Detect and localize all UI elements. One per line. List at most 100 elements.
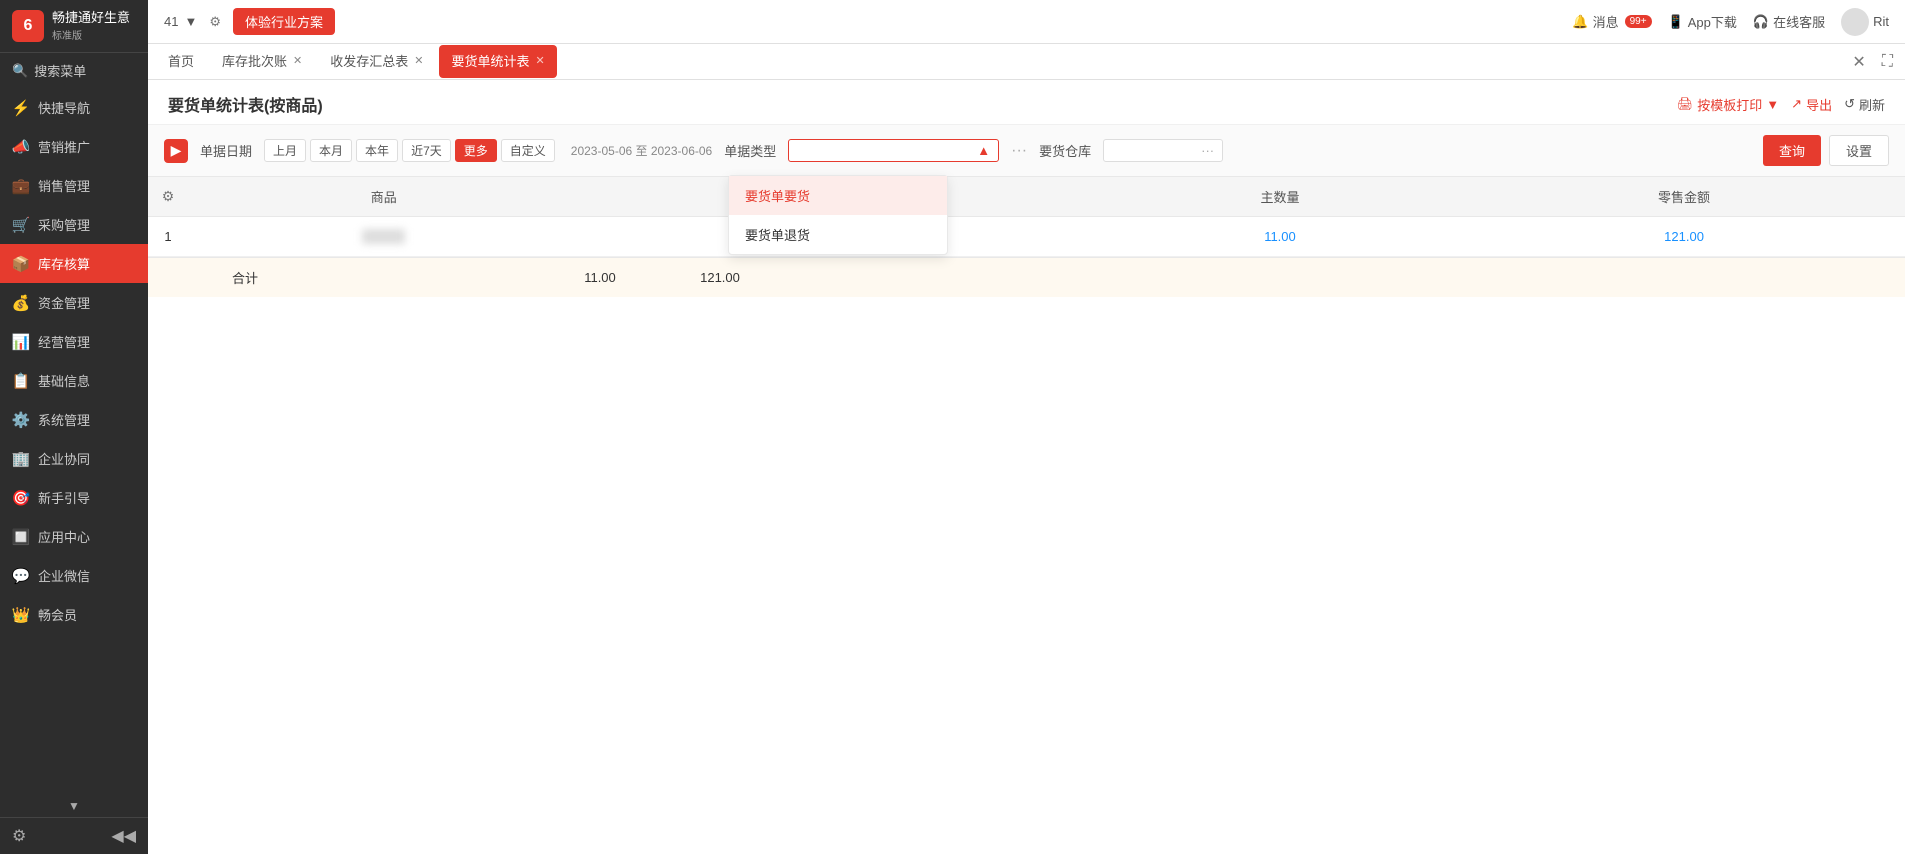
marketing-icon: 📣 xyxy=(12,138,30,156)
col-settings-header[interactable]: ⚙ xyxy=(148,177,188,217)
footer-qty: 11.00 xyxy=(540,270,660,285)
app-download-button[interactable]: 📱 App下载 xyxy=(1668,12,1737,31)
tab-receive-summary[interactable]: 收发存汇总表 ✕ xyxy=(318,45,435,78)
logo-icon: 6 xyxy=(12,10,44,42)
export-button[interactable]: ↗ 导出 xyxy=(1791,95,1832,114)
sidebar-item-sales[interactable]: 💼 销售管理 xyxy=(0,166,148,205)
tab-inventory-batch-close[interactable]: ✕ xyxy=(293,54,302,67)
close-all-tabs-button[interactable]: ✕ xyxy=(1848,48,1869,76)
type-dropdown-arrow[interactable]: ▲ xyxy=(977,143,990,158)
sidebar-item-system[interactable]: ⚙️ 系统管理 xyxy=(0,400,148,439)
collapse-icon[interactable]: ◀◀ xyxy=(111,826,136,846)
tab-home[interactable]: 首页 xyxy=(156,45,206,78)
finance-icon: 💰 xyxy=(12,294,30,312)
app-download-label: App下载 xyxy=(1688,12,1737,31)
app-logo: 6 畅捷通好生意 标准版 xyxy=(0,0,148,53)
sidebar-item-label: 系统管理 xyxy=(38,410,90,429)
date-current-year-btn[interactable]: 本年 xyxy=(356,139,398,162)
date-7days-btn[interactable]: 近7天 xyxy=(402,139,451,162)
expand-icon: ▶ xyxy=(171,142,182,159)
query-button[interactable]: 查询 xyxy=(1763,135,1821,166)
store-selector[interactable]: 41 ▼ xyxy=(164,14,197,29)
sidebar-scroll-down[interactable]: ▼ xyxy=(0,795,148,817)
row-amount-link[interactable]: 121.00 xyxy=(1664,229,1704,244)
basic-icon: 📋 xyxy=(12,372,30,390)
sidebar-item-newbie[interactable]: 🎯 新手引导 xyxy=(0,478,148,517)
tabs-right-actions: ✕ ⛶ xyxy=(1848,48,1897,76)
tab-inventory-batch[interactable]: 库存批次账 ✕ xyxy=(210,45,314,78)
bell-icon: 🔔 xyxy=(1572,14,1588,30)
notifications-button[interactable]: 🔔 消息 99+ xyxy=(1572,12,1651,31)
refresh-button[interactable]: ↺ 刷新 xyxy=(1844,95,1885,114)
refresh-icon: ↺ xyxy=(1844,96,1855,112)
sidebar-item-label: 快捷导航 xyxy=(38,98,90,117)
table-settings-icon[interactable]: ⚙ xyxy=(162,188,175,204)
print-icon: 🖨 xyxy=(1677,96,1694,112)
sidebar-item-inventory[interactable]: 📦 库存核算 xyxy=(0,244,148,283)
dropdown-item-order[interactable]: 要货单要货 xyxy=(729,176,947,215)
dropdown-return-label: 要货单退货 xyxy=(745,228,810,243)
sidebar-item-label: 企业微信 xyxy=(38,566,90,585)
sidebar-item-wechat[interactable]: 💬 企业微信 xyxy=(0,556,148,595)
sidebar-item-app-center[interactable]: 🔲 应用中心 xyxy=(0,517,148,556)
online-service-button[interactable]: 🎧 在线客服 xyxy=(1753,12,1825,31)
sidebar-item-basic[interactable]: 📋 基础信息 xyxy=(0,361,148,400)
dropdown-item-return[interactable]: 要货单退货 xyxy=(729,215,947,254)
sidebar-item-label: 经营管理 xyxy=(38,332,90,351)
topbar-right: 🔔 消息 99+ 📱 App下载 🎧 在线客服 Rit xyxy=(1572,8,1889,36)
export-icon: ↗ xyxy=(1791,96,1802,112)
tab-home-label: 首页 xyxy=(168,51,194,70)
date-range: 2023-05-06 至 2023-06-06 xyxy=(571,142,712,159)
sidebar-footer: ⚙ ◀◀ xyxy=(0,817,148,854)
sidebar-item-purchase[interactable]: 🛒 采购管理 xyxy=(0,205,148,244)
newbie-icon: 🎯 xyxy=(12,489,30,507)
sidebar-item-operation[interactable]: 📊 经营管理 xyxy=(0,322,148,361)
sidebar-item-marketing[interactable]: 📣 营销推广 xyxy=(0,127,148,166)
footer-amount: 121.00 xyxy=(660,270,780,285)
settings-icon[interactable]: ⚙ xyxy=(12,826,26,846)
user-profile[interactable]: Rit xyxy=(1841,8,1889,36)
gear-icon[interactable]: ⚙ xyxy=(209,14,221,30)
search-menu[interactable]: 🔍 搜索菜单 xyxy=(0,53,148,88)
sidebar-item-finance[interactable]: 💰 资金管理 xyxy=(0,283,148,322)
notifications-label: 消息 xyxy=(1593,12,1619,31)
sidebar-item-label: 畅会员 xyxy=(38,605,77,624)
date-more-btn[interactable]: 更多 xyxy=(455,139,497,162)
sidebar-item-label: 企业协同 xyxy=(38,449,90,468)
warehouse-label: 要货仓库 xyxy=(1039,141,1091,160)
row-qty-link[interactable]: 11.00 xyxy=(1264,229,1296,244)
type-input[interactable] xyxy=(797,143,977,158)
date-custom-btn[interactable]: 自定义 xyxy=(501,139,555,162)
promo-button[interactable]: 体验行业方案 xyxy=(233,8,335,35)
print-dropdown-icon: ▼ xyxy=(1766,97,1779,112)
print-button[interactable]: 🖨 按模板打印 ▼ xyxy=(1677,95,1779,114)
data-table: ⚙ 商品 主计量单位 主数量 零售金额 1 xyxy=(148,177,1905,257)
col-product-header: 商品 xyxy=(188,177,579,217)
refresh-label: 刷新 xyxy=(1859,95,1885,114)
sidebar-item-quick-nav[interactable]: ⚡ 快捷导航 xyxy=(0,88,148,127)
filter-expand-button[interactable]: ▶ xyxy=(164,139,188,163)
footer-label: 合计 xyxy=(160,268,360,287)
page-header: 要货单统计表(按商品) 🖨 按模板打印 ▼ ↗ 导出 ↺ 刷新 xyxy=(148,80,1905,125)
expand-tabs-button[interactable]: ⛶ xyxy=(1878,48,1897,76)
tab-order-summary-label: 要货单统计表 xyxy=(451,51,529,70)
date-prev-month-btn[interactable]: 上月 xyxy=(264,139,306,162)
tab-order-summary[interactable]: 要货单统计表 ✕ xyxy=(439,45,556,78)
settings-button[interactable]: 设置 xyxy=(1829,135,1889,166)
filter-bar: ▶ 单据日期 上月 本月 本年 近7天 更多 自定义 2023-05-06 至 … xyxy=(148,125,1905,177)
tab-order-summary-close[interactable]: ✕ xyxy=(536,54,545,67)
sidebar-item-member[interactable]: 👑 畅会员 xyxy=(0,595,148,634)
warehouse-selector[interactable]: ··· xyxy=(1103,139,1223,162)
row-amount: 121.00 xyxy=(1463,217,1905,257)
date-current-month-btn[interactable]: 本月 xyxy=(310,139,352,162)
sidebar-item-enterprise[interactable]: 🏢 企业协同 xyxy=(0,439,148,478)
store-dropdown-icon: ▼ xyxy=(184,14,197,29)
filter-actions: 查询 设置 xyxy=(1763,135,1889,166)
search-icon: 🔍 xyxy=(12,63,28,79)
tab-receive-summary-close[interactable]: ✕ xyxy=(414,54,423,67)
row-index: 1 xyxy=(148,217,188,257)
export-label: 导出 xyxy=(1806,95,1832,114)
type-input-wrapper[interactable]: ▲ xyxy=(788,139,999,162)
filter-more-dots[interactable]: ··· xyxy=(1011,142,1027,160)
sidebar-item-label: 应用中心 xyxy=(38,527,90,546)
